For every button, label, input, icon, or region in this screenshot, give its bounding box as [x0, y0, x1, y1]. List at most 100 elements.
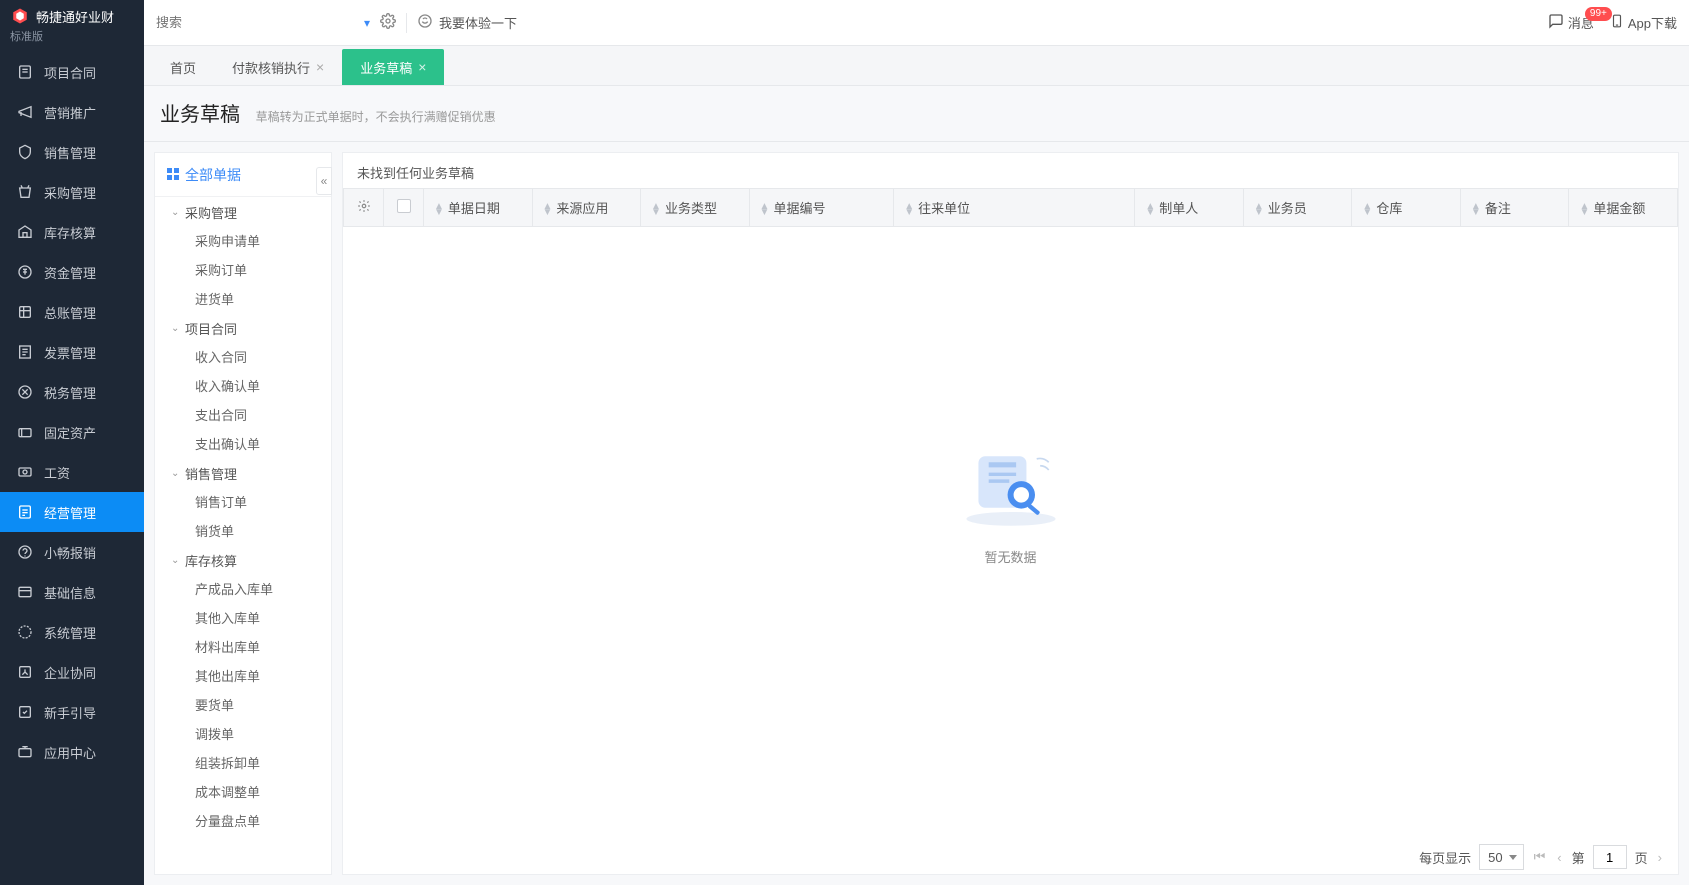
divider — [406, 13, 407, 33]
tab-1[interactable]: 付款核销执行× — [214, 49, 342, 85]
nav-item-tax-mgmt[interactable]: 税务管理 — [0, 372, 144, 412]
chevron-left-icon: « — [321, 174, 328, 188]
page-title: 业务草稿 — [160, 98, 240, 127]
nav-item-inventory-accounting[interactable]: 库存核算 — [0, 212, 144, 252]
chevron-down-icon: ⌄ — [171, 207, 181, 218]
sort-icon: ▲▼ — [434, 204, 444, 216]
nav-item-system-mgmt[interactable]: 系统管理 — [0, 612, 144, 652]
nav-item-app-center[interactable]: 应用中心 — [0, 732, 144, 772]
tree-leaf[interactable]: 支出确认单 — [155, 429, 331, 458]
chevron-down-icon[interactable]: ▾ — [364, 16, 370, 30]
tree-leaf[interactable]: 收入确认单 — [155, 371, 331, 400]
column-header[interactable]: ▲▼业务类型 — [641, 189, 750, 227]
try-experience-button[interactable]: 我要体验一下 — [417, 13, 517, 32]
tree-leaf[interactable]: 支出合同 — [155, 400, 331, 429]
tree-group[interactable]: ⌄库存核算 — [155, 545, 331, 574]
nav-item-payroll[interactable]: 工资 — [0, 452, 144, 492]
sort-icon: ▲▼ — [904, 204, 914, 216]
sort-icon: ▲▼ — [1145, 204, 1155, 216]
nav-item-fixed-assets[interactable]: 固定资产 — [0, 412, 144, 452]
ledger-mgmt-icon — [16, 303, 34, 321]
tree-leaf[interactable]: 收入合同 — [155, 342, 331, 371]
invoice-mgmt-icon — [16, 343, 34, 361]
project-contract-icon — [16, 63, 34, 81]
tree-leaf[interactable]: 其他入库单 — [155, 603, 331, 632]
main-area: ▾ 我要体验一下 消息 99+ — [144, 0, 1689, 885]
sort-icon: ▲▼ — [760, 204, 770, 216]
column-header[interactable]: ▲▼单据编号 — [749, 189, 894, 227]
tree-leaf[interactable]: 采购订单 — [155, 255, 331, 284]
tree-group[interactable]: ⌄销售管理 — [155, 458, 331, 487]
chevron-down-icon: ⌄ — [171, 468, 181, 479]
chat-icon — [1548, 13, 1564, 32]
close-icon[interactable]: × — [418, 59, 426, 75]
tree-leaf[interactable]: 组装拆卸单 — [155, 748, 331, 777]
column-header[interactable]: ▲▼备注 — [1460, 189, 1569, 227]
nav-item-report-assistant[interactable]: 小畅报销 — [0, 532, 144, 572]
try-label: 我要体验一下 — [439, 13, 517, 32]
category-heading[interactable]: 全部单据 — [155, 153, 331, 197]
business-mgmt-icon — [16, 503, 34, 521]
tree-leaf[interactable]: 采购申请单 — [155, 226, 331, 255]
draft-table: ▲▼单据日期▲▼来源应用▲▼业务类型▲▼单据编号▲▼往来单位▲▼制单人▲▼业务员… — [343, 188, 1678, 227]
payroll-icon — [16, 463, 34, 481]
nav-item-purchase-mgmt[interactable]: 采购管理 — [0, 172, 144, 212]
tree-leaf[interactable]: 进货单 — [155, 284, 331, 313]
nav-item-label: 系统管理 — [44, 623, 96, 642]
phone-icon — [1610, 13, 1624, 32]
nav-item-enterprise-collab[interactable]: 企业协同 — [0, 652, 144, 692]
page-input[interactable] — [1593, 845, 1627, 869]
app-download-button[interactable]: App下载 — [1610, 13, 1677, 32]
tree-leaf[interactable]: 材料出库单 — [155, 632, 331, 661]
tab-0[interactable]: 首页 — [152, 49, 214, 85]
nav-item-marketing[interactable]: 营销推广 — [0, 92, 144, 132]
next-page-button[interactable]: › — [1656, 850, 1664, 865]
column-header[interactable]: ▲▼单据金额 — [1569, 189, 1678, 227]
prev-page-button[interactable]: ‹ — [1555, 850, 1563, 865]
nav-item-business-mgmt[interactable]: 经营管理 — [0, 492, 144, 532]
column-header[interactable]: ▲▼单据日期 — [424, 189, 533, 227]
search-input[interactable] — [156, 15, 356, 30]
tree-leaf[interactable]: 成本调整单 — [155, 777, 331, 806]
nav-item-fund-mgmt[interactable]: 资金管理 — [0, 252, 144, 292]
first-page-button[interactable]: ⏮ — [1532, 849, 1548, 865]
close-icon[interactable]: × — [316, 59, 324, 75]
nav-item-project-contract[interactable]: 项目合同 — [0, 52, 144, 92]
nav-item-onboarding[interactable]: 新手引导 — [0, 692, 144, 732]
brand-name: 畅捷通好业财 — [36, 7, 114, 26]
tree-leaf[interactable]: 销货单 — [155, 516, 331, 545]
column-header[interactable]: ▲▼业务员 — [1243, 189, 1352, 227]
column-settings-button[interactable] — [344, 189, 384, 227]
column-label: 仓库 — [1376, 201, 1402, 216]
tree-leaf[interactable]: 其他出库单 — [155, 661, 331, 690]
column-header[interactable]: ▲▼往来单位 — [894, 189, 1135, 227]
tree-leaf[interactable]: 分量盘点单 — [155, 806, 331, 835]
messages-button[interactable]: 消息 99+ — [1548, 13, 1594, 32]
column-header[interactable]: ▲▼来源应用 — [532, 189, 641, 227]
nav-item-label: 新手引导 — [44, 703, 96, 722]
topbar: ▾ 我要体验一下 消息 99+ — [144, 0, 1689, 46]
per-page-select[interactable]: 50 — [1479, 844, 1523, 870]
nav-item-ledger-mgmt[interactable]: 总账管理 — [0, 292, 144, 332]
select-all-checkbox[interactable] — [397, 199, 411, 213]
tree-group[interactable]: ⌄采购管理 — [155, 197, 331, 226]
report-assistant-icon — [16, 543, 34, 561]
gear-icon[interactable] — [380, 13, 396, 32]
inventory-accounting-icon — [16, 223, 34, 241]
tree-group[interactable]: ⌄项目合同 — [155, 313, 331, 342]
nav-item-sales-mgmt[interactable]: 销售管理 — [0, 132, 144, 172]
nav-item-invoice-mgmt[interactable]: 发票管理 — [0, 332, 144, 372]
nav-item-basic-info[interactable]: 基础信息 — [0, 572, 144, 612]
tree-leaf[interactable]: 销售订单 — [155, 487, 331, 516]
sort-icon: ▲▼ — [1254, 204, 1264, 216]
column-header[interactable]: ▲▼ 仓库 — [1352, 189, 1461, 227]
collapse-panel-button[interactable]: « — [316, 167, 332, 195]
column-header[interactable]: ▲▼制单人 — [1135, 189, 1244, 227]
sort-icon: ▲▼ — [1362, 204, 1372, 216]
tree-leaf[interactable]: 调拨单 — [155, 719, 331, 748]
grid-icon — [167, 167, 179, 183]
tab-2[interactable]: 业务草稿× — [342, 49, 444, 85]
tree-leaf[interactable]: 要货单 — [155, 690, 331, 719]
column-label: 单据编号 — [773, 201, 825, 216]
tree-leaf[interactable]: 产成品入库单 — [155, 574, 331, 603]
